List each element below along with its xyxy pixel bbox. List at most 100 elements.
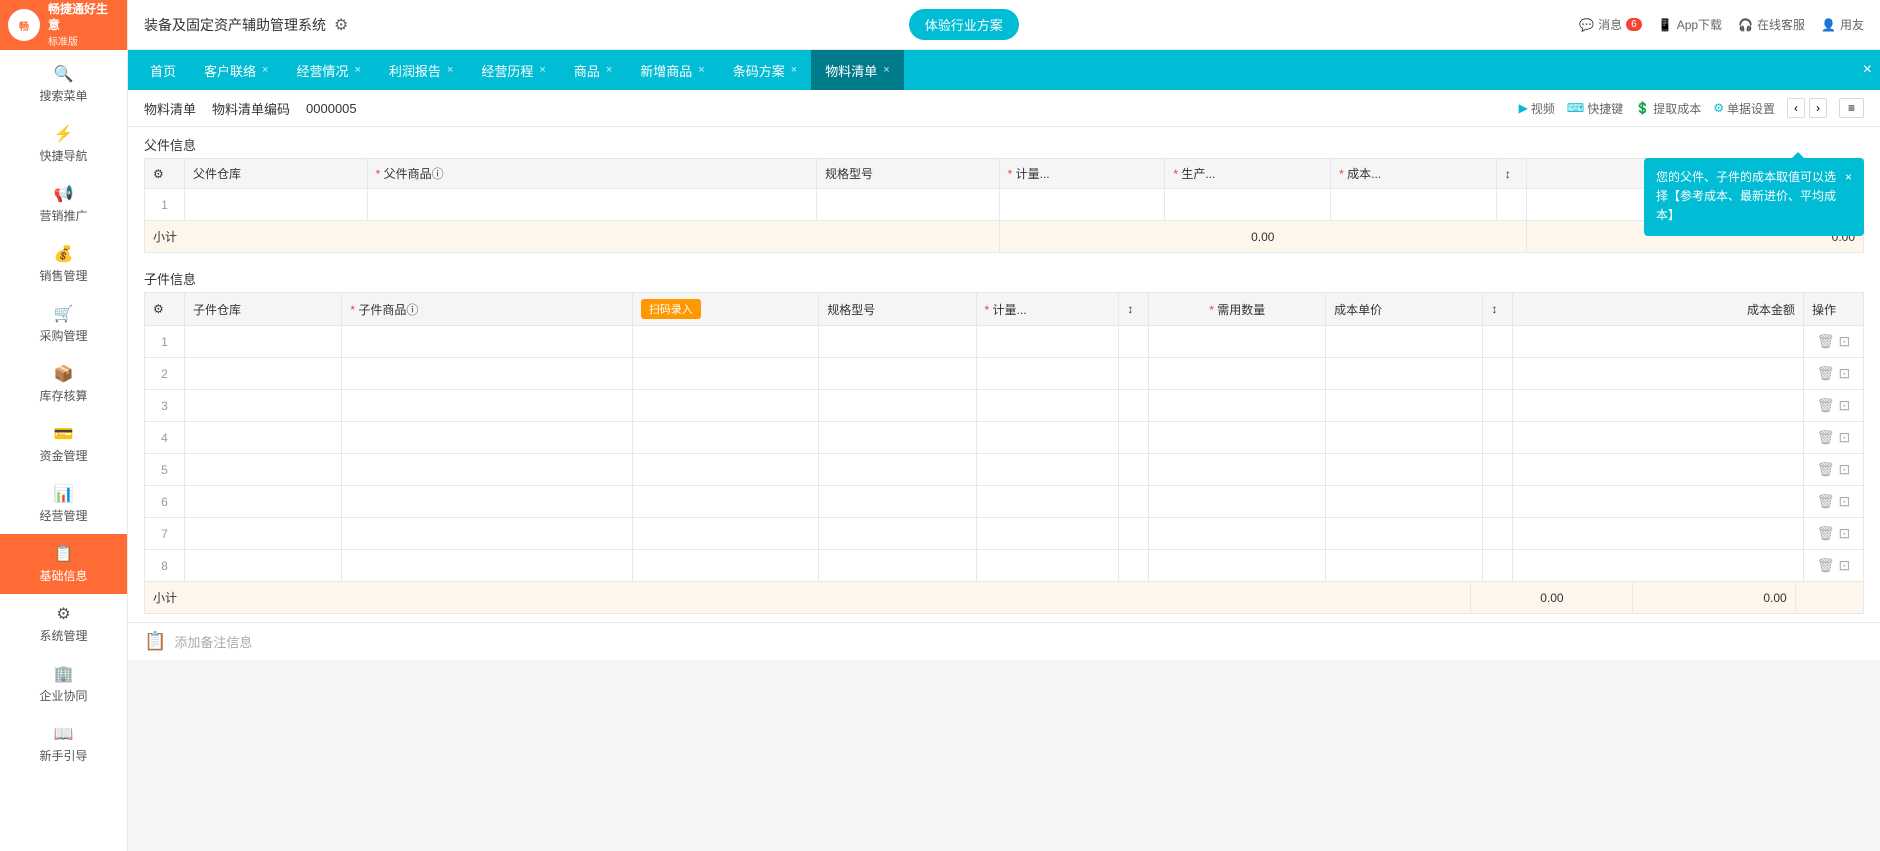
message-button[interactable]: 💬 消息 6: [1579, 16, 1642, 33]
child-warehouse-cell[interactable]: [185, 390, 342, 422]
child-goods-cell[interactable]: [342, 550, 632, 582]
close-icon[interactable]: ×: [539, 64, 545, 76]
child-unit-cell[interactable]: [976, 454, 1119, 486]
child-unit-price-cell[interactable]: [1326, 358, 1483, 390]
child-unit-cell[interactable]: [976, 422, 1119, 454]
child-need-qty-cell[interactable]: [1149, 518, 1326, 550]
sidebar-item-marketing[interactable]: 📢 营销推广: [0, 174, 127, 234]
sidebar-item-enterprise[interactable]: 🏢 企业协同: [0, 654, 127, 714]
tab-new-goods[interactable]: 新增商品 ×: [626, 50, 718, 90]
child-goods-cell[interactable]: [342, 422, 632, 454]
copy-icon[interactable]: ⊡: [1839, 461, 1851, 478]
sidebar-item-sales[interactable]: 💰 销售管理: [0, 234, 127, 294]
tab-operations[interactable]: 经营情况 ×: [282, 50, 374, 90]
sidebar-item-search[interactable]: 🔍 搜索菜单: [0, 54, 127, 114]
child-unit-cell[interactable]: [976, 518, 1119, 550]
child-need-qty-cell[interactable]: [1149, 550, 1326, 582]
child-warehouse-cell[interactable]: [185, 326, 342, 358]
online-service-button[interactable]: 🎧 在线客服: [1738, 16, 1805, 33]
child-need-qty-cell[interactable]: [1149, 358, 1326, 390]
copy-icon[interactable]: ⊡: [1839, 525, 1851, 542]
delete-icon[interactable]: 🗑: [1817, 429, 1835, 446]
child-goods-cell[interactable]: [342, 358, 632, 390]
child-unit-cell[interactable]: [976, 390, 1119, 422]
close-icon[interactable]: ×: [698, 64, 704, 76]
child-unit-cell[interactable]: [976, 326, 1119, 358]
close-icon[interactable]: ×: [447, 64, 453, 76]
sidebar-item-guide[interactable]: 📖 新手引导: [0, 714, 127, 774]
user-button[interactable]: 👤 用友: [1821, 16, 1864, 33]
sidebar-item-quicknav[interactable]: ⚡ 快捷导航: [0, 114, 127, 174]
tab-home[interactable]: 首页: [136, 50, 190, 90]
delete-icon[interactable]: 🗑: [1817, 333, 1835, 350]
sidebar-item-operations[interactable]: 📊 经营管理: [0, 474, 127, 534]
delete-icon[interactable]: 🗑: [1817, 397, 1835, 414]
child-unit-cell[interactable]: [976, 550, 1119, 582]
child-need-qty-cell[interactable]: [1149, 486, 1326, 518]
close-icon[interactable]: ×: [354, 64, 360, 76]
child-need-qty-cell[interactable]: [1149, 454, 1326, 486]
delete-icon[interactable]: 🗑: [1817, 525, 1835, 542]
copy-icon[interactable]: ⊡: [1839, 493, 1851, 510]
child-unit-price-cell[interactable]: [1326, 326, 1483, 358]
child-goods-cell[interactable]: [342, 326, 632, 358]
parent-unit-cell[interactable]: [999, 189, 1165, 221]
child-spec-cell[interactable]: [819, 358, 976, 390]
child-col-gear[interactable]: ⚙: [145, 293, 185, 326]
child-need-qty-cell[interactable]: [1149, 326, 1326, 358]
child-spec-cell[interactable]: [819, 486, 976, 518]
child-goods-cell[interactable]: [342, 486, 632, 518]
app-download-button[interactable]: 📱 App下载: [1658, 16, 1722, 33]
close-icon[interactable]: ×: [606, 64, 612, 76]
copy-icon[interactable]: ⊡: [1839, 429, 1851, 446]
child-warehouse-cell[interactable]: [185, 486, 342, 518]
child-goods-cell[interactable]: [342, 454, 632, 486]
parent-col-sort[interactable]: ↕: [1496, 159, 1526, 189]
close-icon[interactable]: ×: [791, 64, 797, 76]
delete-icon[interactable]: 🗑: [1817, 557, 1835, 574]
shortcut-key-button[interactable]: ⌨ 快捷键: [1567, 100, 1623, 117]
delete-icon[interactable]: 🗑: [1817, 461, 1835, 478]
copy-icon[interactable]: ⊡: [1839, 557, 1851, 574]
tab-goods[interactable]: 商品 ×: [560, 50, 626, 90]
settings-dropdown-button[interactable]: ⚙: [334, 15, 348, 35]
sidebar-item-inventory[interactable]: 📦 库存核算: [0, 354, 127, 414]
child-spec-cell[interactable]: [819, 518, 976, 550]
tab-history[interactable]: 经营历程 ×: [467, 50, 559, 90]
child-col-sort1[interactable]: ↕: [1119, 293, 1149, 326]
child-unit-price-cell[interactable]: [1326, 550, 1483, 582]
parent-goods-cell[interactable]: [367, 189, 816, 221]
list-view-button[interactable]: ≡: [1839, 98, 1864, 118]
copy-icon[interactable]: ⊡: [1839, 397, 1851, 414]
child-need-qty-cell[interactable]: [1149, 422, 1326, 454]
sidebar-item-system[interactable]: ⚙ 系统管理: [0, 594, 127, 654]
child-warehouse-cell[interactable]: [185, 454, 342, 486]
child-warehouse-cell[interactable]: [185, 518, 342, 550]
nav-close-all-button[interactable]: ×: [1863, 61, 1872, 79]
child-unit-price-cell[interactable]: [1326, 454, 1483, 486]
add-note-label[interactable]: 添加备注信息: [174, 632, 252, 651]
scan-input-button[interactable]: 扫码录入: [641, 299, 701, 319]
parent-spec-cell[interactable]: [817, 189, 1000, 221]
child-unit-cell[interactable]: [976, 358, 1119, 390]
single-settings-button[interactable]: ⚙ 单据设置: [1713, 100, 1775, 117]
delete-icon[interactable]: 🗑: [1817, 365, 1835, 382]
child-col-sort2[interactable]: ↕: [1483, 293, 1513, 326]
child-goods-cell[interactable]: [342, 390, 632, 422]
delete-icon[interactable]: 🗑: [1817, 493, 1835, 510]
next-button[interactable]: ›: [1809, 98, 1827, 118]
tooltip-close-button[interactable]: ×: [1845, 168, 1852, 187]
child-need-qty-cell[interactable]: [1149, 390, 1326, 422]
child-unit-price-cell[interactable]: [1326, 518, 1483, 550]
parent-cost-cell[interactable]: [1331, 189, 1497, 221]
experience-button[interactable]: 体验行业方案: [909, 9, 1019, 40]
parent-warehouse-cell[interactable]: [185, 189, 368, 221]
close-icon[interactable]: ×: [262, 64, 268, 76]
extract-cost-button[interactable]: 💲 提取成本: [1635, 100, 1701, 117]
child-unit-price-cell[interactable]: [1326, 390, 1483, 422]
tab-barcode[interactable]: 条码方案 ×: [719, 50, 811, 90]
child-warehouse-cell[interactable]: [185, 422, 342, 454]
child-warehouse-cell[interactable]: [185, 358, 342, 390]
sidebar-item-finance[interactable]: 💳 资金管理: [0, 414, 127, 474]
child-spec-cell[interactable]: [819, 326, 976, 358]
